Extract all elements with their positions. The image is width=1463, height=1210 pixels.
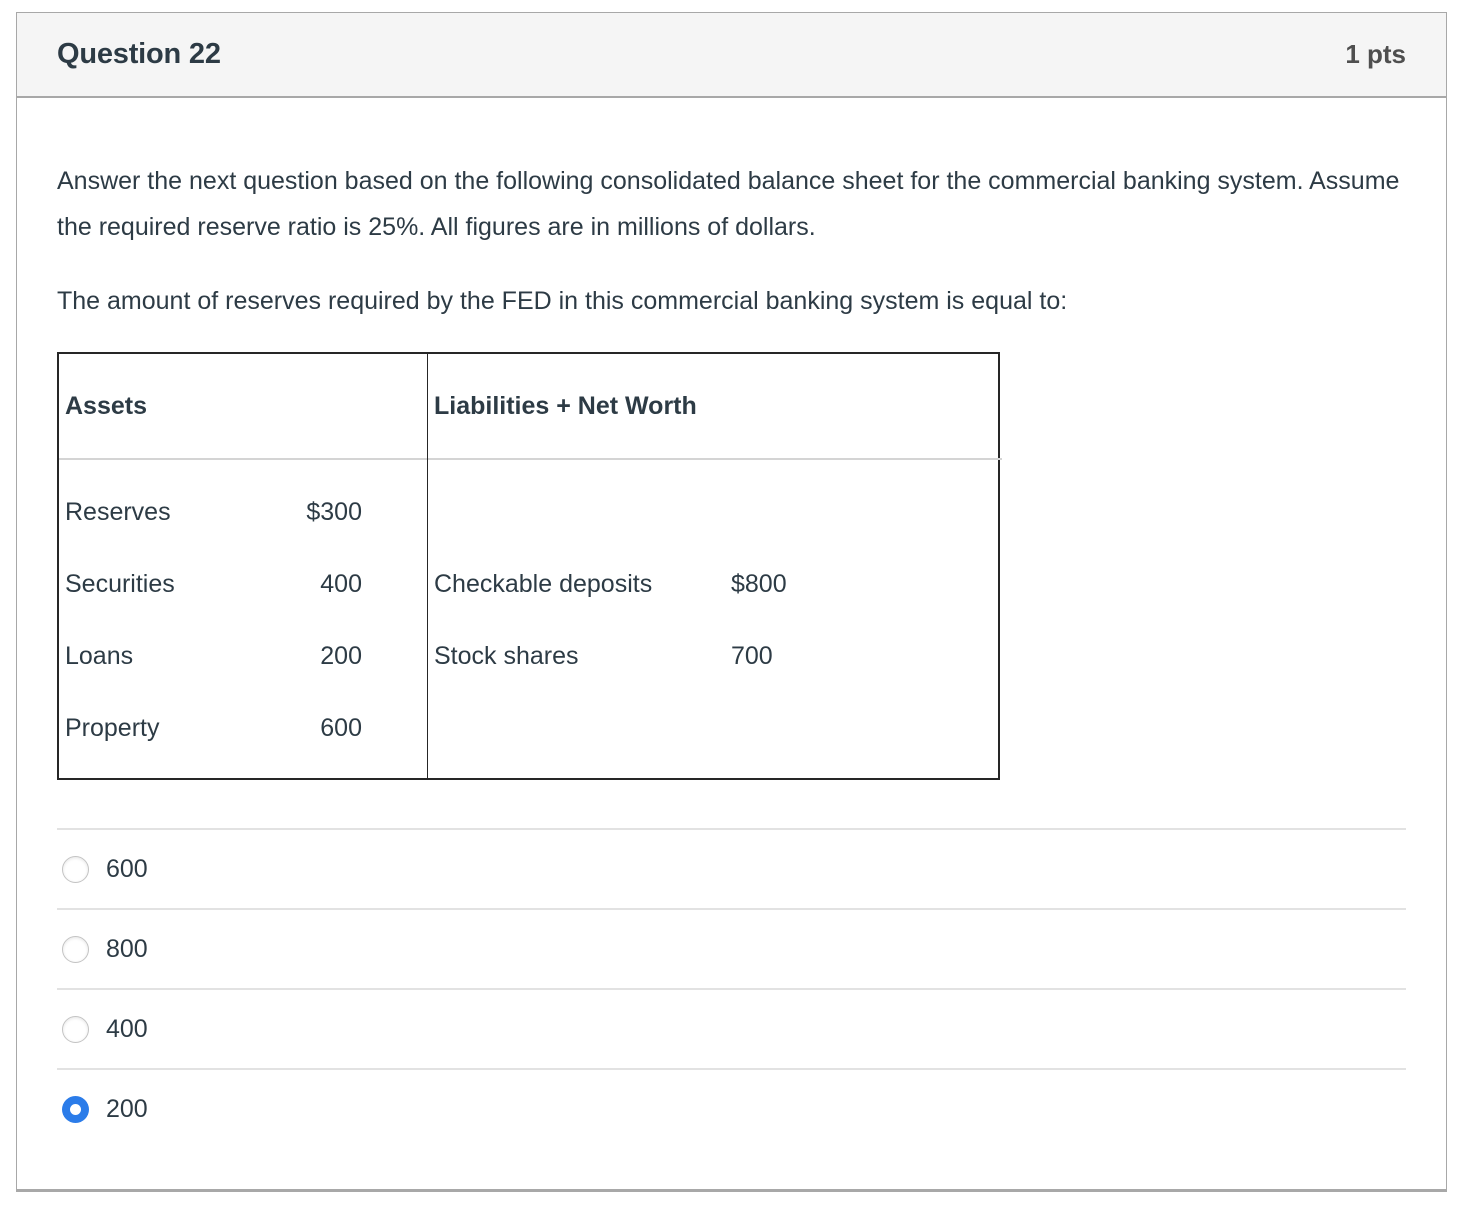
assets-column-header: Assets xyxy=(59,354,427,460)
balance-sheet-table: Assets Reserves $300 Securities 400 Loan… xyxy=(57,352,1002,780)
table-row: Reserves $300 xyxy=(65,476,362,548)
answer-option-label[interactable]: 400 xyxy=(106,1015,148,1044)
asset-label: Property xyxy=(65,713,160,742)
answer-option-label[interactable]: 600 xyxy=(106,855,148,884)
answer-options: 600 800 400 200 xyxy=(57,828,1406,1148)
answer-option-label[interactable]: 800 xyxy=(106,935,148,964)
radio-button-icon[interactable] xyxy=(62,855,89,883)
question-panel: Question 22 1 pts Answer the next questi… xyxy=(16,12,1447,1192)
question-title: Question 22 xyxy=(57,38,221,70)
table-row: Checkable deposits $800 xyxy=(434,548,996,620)
table-row xyxy=(434,692,996,764)
radio-button-icon[interactable] xyxy=(62,1015,89,1043)
question-header: Question 22 1 pts xyxy=(17,13,1446,98)
liabilities-column: Liabilities + Net Worth Checkable deposi… xyxy=(427,354,1002,778)
answer-option-600[interactable]: 600 xyxy=(57,828,1406,908)
question-body: Answer the next question based on the fo… xyxy=(17,98,1446,1188)
table-row xyxy=(434,476,996,548)
liability-value: 700 xyxy=(731,641,773,670)
asset-value: $300 xyxy=(306,497,362,526)
question-text: Answer the next question based on the fo… xyxy=(57,158,1406,324)
assets-column: Assets Reserves $300 Securities 400 Loan… xyxy=(59,354,427,778)
asset-value: 600 xyxy=(320,713,362,742)
quiz-page: Question 22 1 pts Answer the next questi… xyxy=(0,0,1463,1210)
liability-label: Checkable deposits xyxy=(434,569,653,598)
asset-value: 400 xyxy=(320,569,362,598)
asset-label: Loans xyxy=(65,641,134,670)
assets-cell: Reserves $300 Securities 400 Loans 200 P… xyxy=(59,460,427,778)
liability-value: $800 xyxy=(731,569,787,598)
liability-label: Stock shares xyxy=(434,641,579,670)
question-paragraph-1: Answer the next question based on the fo… xyxy=(57,167,1400,241)
answer-option-400[interactable]: 400 xyxy=(57,988,1406,1068)
answer-option-label[interactable]: 200 xyxy=(106,1095,148,1124)
asset-label: Securities xyxy=(65,569,175,598)
answer-option-200[interactable]: 200 xyxy=(57,1068,1406,1148)
liabilities-cell: Checkable deposits $800 Stock shares 700 xyxy=(428,460,1002,778)
asset-label: Reserves xyxy=(65,497,171,526)
table-row: Securities 400 xyxy=(65,548,362,620)
question-points: 1 pts xyxy=(1345,39,1406,69)
answer-option-800[interactable]: 800 xyxy=(57,908,1406,988)
radio-button-icon[interactable] xyxy=(62,935,89,963)
table-row: Property 600 xyxy=(65,692,362,764)
table-row: Loans 200 xyxy=(65,620,362,692)
question-paragraph-2: The amount of reserves required by the F… xyxy=(57,287,1068,315)
liabilities-column-header: Liabilities + Net Worth xyxy=(428,354,1002,460)
table-row: Stock shares 700 xyxy=(434,620,996,692)
radio-button-icon[interactable] xyxy=(62,1095,89,1123)
asset-value: 200 xyxy=(320,641,362,670)
